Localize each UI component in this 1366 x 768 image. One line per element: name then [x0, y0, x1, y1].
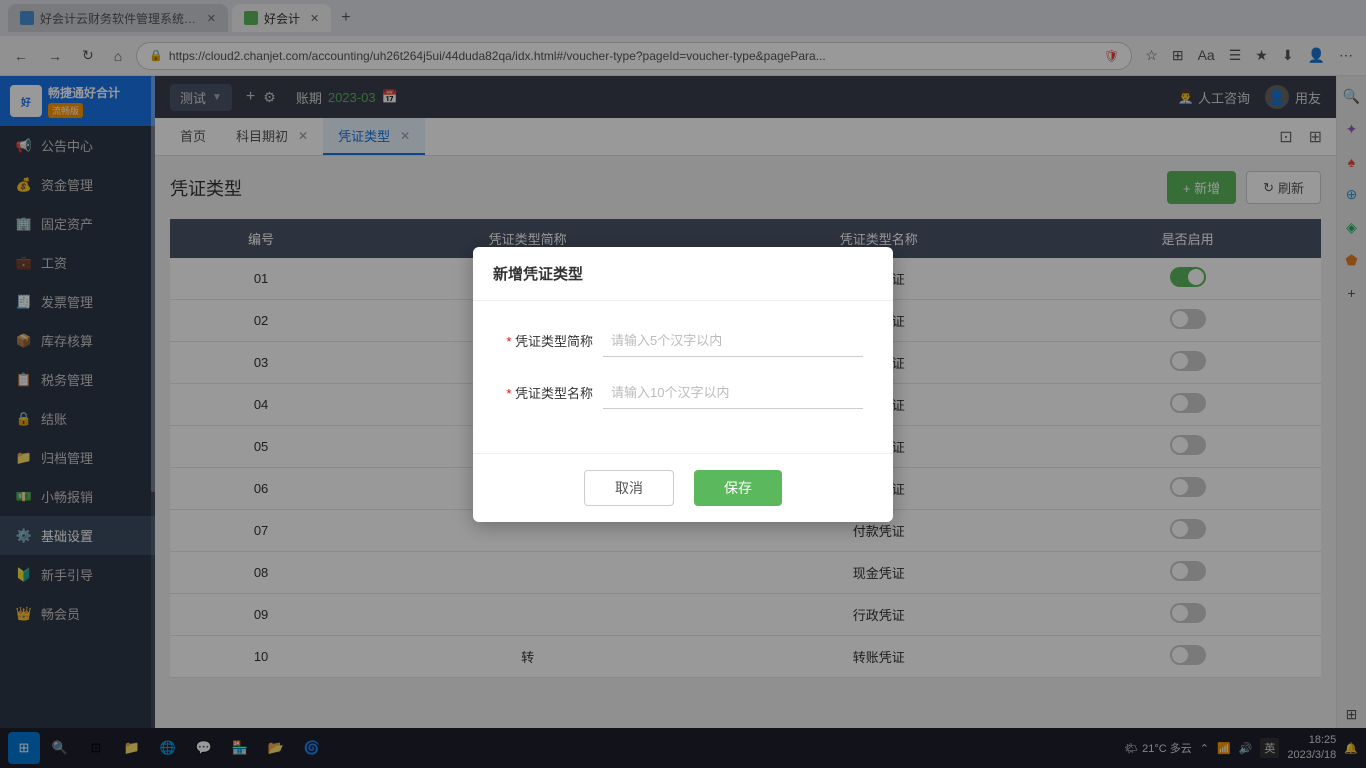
modal-overlay: 新增凭证类型 凭证类型简称 凭证类型名称 取消 保存: [0, 0, 1366, 768]
save-button[interactable]: 保存: [694, 470, 782, 506]
form-row-name: 凭证类型名称: [503, 377, 863, 409]
modal-header: 新增凭证类型: [473, 247, 893, 301]
short-label: 凭证类型简称: [503, 331, 593, 350]
name-input[interactable]: [603, 377, 863, 409]
modal-footer: 取消 保存: [473, 453, 893, 522]
short-input[interactable]: [603, 325, 863, 357]
modal-dialog: 新增凭证类型 凭证类型简称 凭证类型名称 取消 保存: [473, 247, 893, 522]
modal-body: 凭证类型简称 凭证类型名称: [473, 301, 893, 453]
name-label: 凭证类型名称: [503, 383, 593, 402]
cancel-button[interactable]: 取消: [584, 470, 674, 506]
form-row-short: 凭证类型简称: [503, 325, 863, 357]
modal-title: 新增凭证类型: [493, 266, 583, 283]
